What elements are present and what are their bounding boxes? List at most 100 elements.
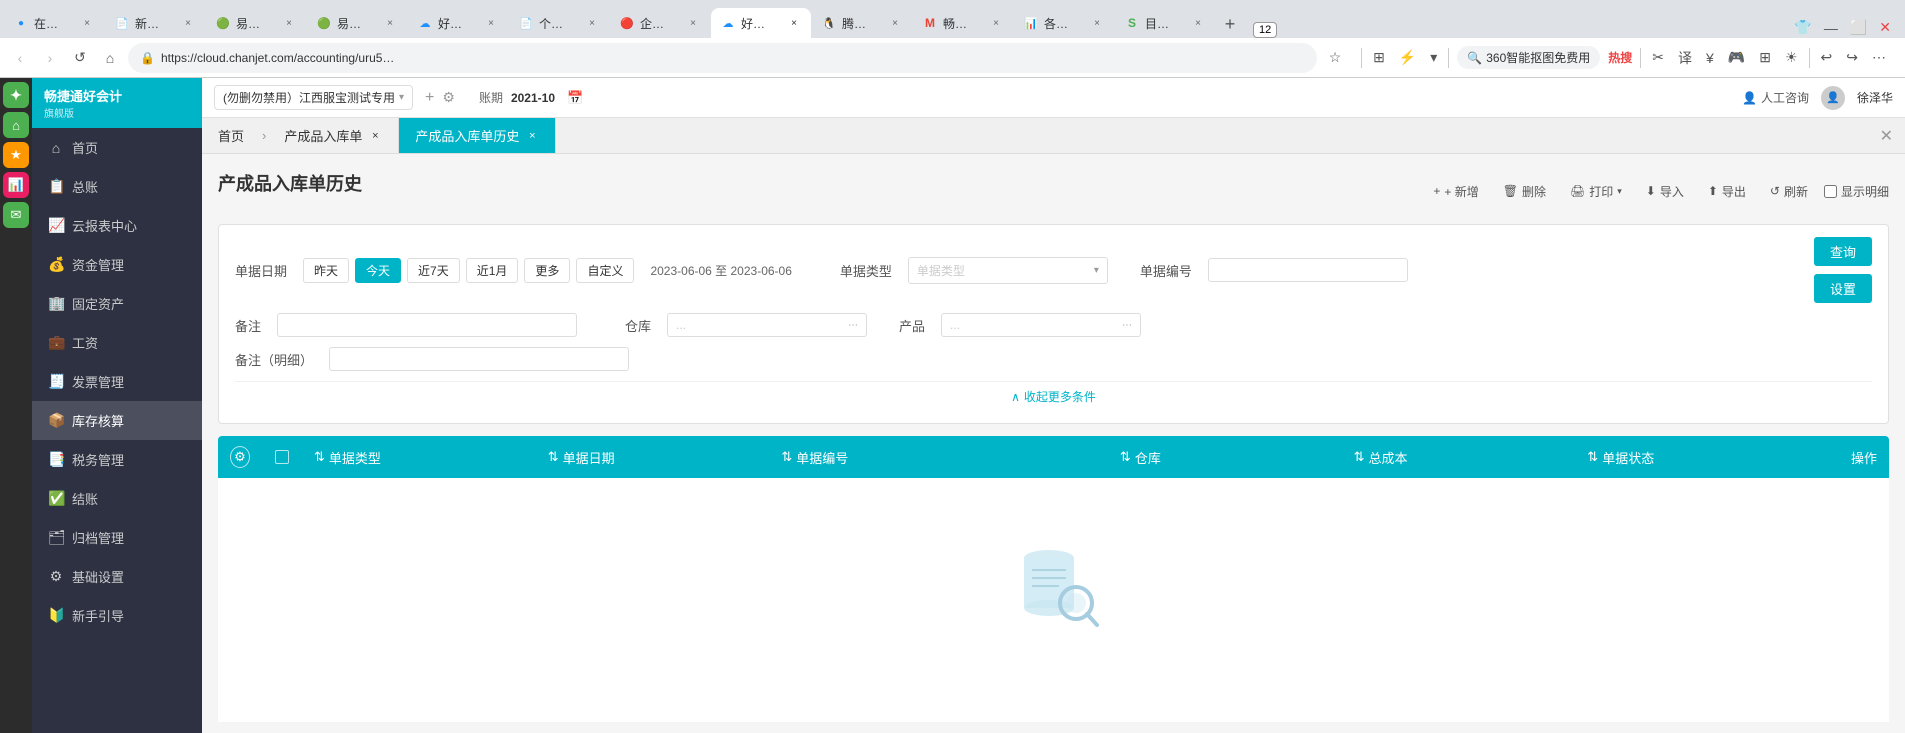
sidebar-item-payroll[interactable]: 💼 工资	[32, 323, 202, 362]
browser-tab-1[interactable]: ● 在… ×	[4, 8, 104, 38]
note-filter-input[interactable]	[277, 313, 577, 337]
tab-close-1[interactable]: ×	[80, 16, 94, 30]
tab-close-7[interactable]: ×	[686, 16, 700, 30]
forward-button[interactable]: ›	[38, 46, 62, 70]
sidebar-item-inventory[interactable]: 📦 库存核算	[32, 401, 202, 440]
th-cost[interactable]: ⇅ 总成本	[1342, 438, 1576, 477]
sidebar-item-ledger[interactable]: 📋 总账	[32, 167, 202, 206]
sidebar-item-close-account[interactable]: ✅ 结账	[32, 479, 202, 518]
panel-close-button[interactable]: ✕	[1880, 126, 1893, 146]
tab-warehouse-in-close[interactable]: ×	[368, 129, 382, 143]
product-select[interactable]: ... ⋯	[941, 313, 1141, 337]
lightning-icon[interactable]: ⚡	[1396, 49, 1419, 66]
browser-tab-2[interactable]: 📄 新… ×	[105, 8, 205, 38]
tab-warehouse-history-close[interactable]: ×	[525, 129, 539, 143]
print-button[interactable]: 🖨 打印 ▾	[1562, 179, 1630, 204]
browser-tab-6[interactable]: 📄 个… ×	[509, 8, 609, 38]
home-button[interactable]: ⌂	[98, 46, 122, 70]
browser-tab-11[interactable]: 📊 各… ×	[1014, 8, 1114, 38]
home-app-icon[interactable]: ⌂	[3, 112, 29, 138]
calendar-icon[interactable]: 📅	[567, 90, 583, 106]
tab-warehouse-history[interactable]: 产成品入库单历史 ×	[399, 118, 556, 153]
undo-icon[interactable]: ↩	[1818, 49, 1836, 66]
back-button[interactable]: ‹	[8, 46, 32, 70]
th-num[interactable]: ⇅ 单据编号	[769, 438, 1108, 477]
bookmark-button[interactable]: ☆	[1323, 46, 1347, 70]
collapse-button[interactable]: ∧ 收起更多条件	[235, 381, 1872, 411]
th-status[interactable]: ⇅ 单据状态	[1575, 438, 1809, 477]
browser-tab-10[interactable]: M 畅… ×	[913, 8, 1013, 38]
warehouse-select[interactable]: ... ⋯	[667, 313, 867, 337]
display-checkbox-label[interactable]: 显示明细	[1824, 183, 1889, 200]
export-button[interactable]: ⬆ 导出	[1700, 179, 1754, 204]
add-company-button[interactable]: +	[425, 89, 434, 107]
browser-tab-8[interactable]: ☁ 好… ×	[711, 8, 811, 38]
hot-search-label[interactable]: 热搜	[1608, 49, 1632, 66]
date-btn-yesterday[interactable]: 昨天	[303, 258, 349, 283]
tab-close-6[interactable]: ×	[585, 16, 599, 30]
th-settings[interactable]: ⚙	[218, 436, 262, 478]
settings-button[interactable]: 设置	[1814, 274, 1872, 303]
num-filter-input[interactable]	[1208, 258, 1408, 282]
tab-close-3[interactable]: ×	[282, 16, 296, 30]
sidebar-item-newbie[interactable]: 🔰 新手引导	[32, 596, 202, 635]
tab-shirt-icon[interactable]: 👕	[1792, 17, 1813, 38]
browser-tab-4[interactable]: 🟢 易… ×	[307, 8, 407, 38]
th-warehouse[interactable]: ⇅ 仓库	[1108, 438, 1342, 477]
tab-close-4[interactable]: ×	[383, 16, 397, 30]
tab-close-12[interactable]: ×	[1191, 16, 1205, 30]
apps-icon[interactable]: ⊞	[1756, 49, 1774, 66]
user-service[interactable]: 👤 人工咨询	[1742, 89, 1809, 106]
dropdown-icon[interactable]: ▾	[1427, 49, 1440, 66]
query-button[interactable]: 查询	[1814, 237, 1872, 266]
sidebar-item-tax[interactable]: 📑 税务管理	[32, 440, 202, 479]
date-btn-7days[interactable]: 近7天	[407, 258, 460, 283]
browser-tab-12[interactable]: S 目… ×	[1115, 8, 1215, 38]
date-btn-custom[interactable]: 自定义	[576, 258, 634, 283]
browser-tab-7[interactable]: 🔴 企… ×	[610, 8, 710, 38]
browser-tab-3[interactable]: 🟢 易… ×	[206, 8, 306, 38]
sidebar-item-archive[interactable]: 🗂 归档管理	[32, 518, 202, 557]
delete-button[interactable]: 🗑 删除	[1495, 179, 1554, 204]
redo-icon[interactable]: ↪	[1843, 49, 1861, 66]
chart-app-icon[interactable]: 📊	[3, 172, 29, 198]
select-all-checkbox[interactable]	[275, 450, 289, 464]
minimize-button[interactable]: —	[1822, 18, 1840, 38]
sidebar-item-fund[interactable]: 💰 资金管理	[32, 245, 202, 284]
maximize-button[interactable]: ⬜	[1848, 17, 1869, 38]
close-window-button[interactable]: ✕	[1877, 17, 1893, 38]
add-button[interactable]: + + 新增	[1425, 179, 1486, 204]
date-btn-1month[interactable]: 近1月	[466, 258, 519, 283]
display-checkbox[interactable]	[1824, 185, 1837, 198]
search-area[interactable]: 🔍 360智能抠图免费用	[1457, 46, 1600, 69]
sidebar-item-home[interactable]: ⌂ 首页	[32, 128, 202, 167]
more-icon[interactable]: ⋯	[1869, 49, 1889, 66]
chanjet-icon[interactable]: ✦	[3, 82, 29, 108]
date-btn-more[interactable]: 更多	[524, 258, 570, 283]
currency-icon[interactable]: ¥	[1703, 50, 1717, 66]
mail-app-icon[interactable]: ✉	[3, 202, 29, 228]
note-detail-filter-input[interactable]	[329, 347, 629, 371]
tab-close-11[interactable]: ×	[1090, 16, 1104, 30]
refresh-button[interactable]: ↺	[68, 46, 92, 70]
game-icon[interactable]: 🎮	[1725, 49, 1748, 66]
new-tab-button[interactable]: +	[1216, 10, 1244, 38]
tab-close-2[interactable]: ×	[181, 16, 195, 30]
import-button[interactable]: ⬇ 导入	[1638, 179, 1692, 204]
table-settings-icon[interactable]: ⚙	[230, 446, 250, 468]
th-checkbox[interactable]	[262, 440, 302, 474]
tab-close-8[interactable]: ×	[787, 16, 801, 30]
user-avatar[interactable]: 👤	[1821, 86, 1845, 110]
tab-close-5[interactable]: ×	[484, 16, 498, 30]
tab-count[interactable]: 12	[1253, 22, 1277, 38]
browser-tab-9[interactable]: 🐧 腾… ×	[812, 8, 912, 38]
url-bar[interactable]: 🔒 https://cloud.chanjet.com/accounting/u…	[128, 43, 1317, 73]
tab-close-9[interactable]: ×	[888, 16, 902, 30]
sidebar-item-settings[interactable]: ⚙ 基础设置	[32, 557, 202, 596]
refresh-button-toolbar[interactable]: ↺ 刷新	[1762, 179, 1816, 204]
star-app-icon[interactable]: ★	[3, 142, 29, 168]
type-select[interactable]: 单据类型 ▾	[908, 257, 1108, 284]
breadcrumb-home[interactable]: 首页	[202, 118, 260, 153]
date-btn-today[interactable]: 今天	[355, 258, 401, 283]
grid-icon[interactable]: ⊞	[1370, 49, 1388, 66]
